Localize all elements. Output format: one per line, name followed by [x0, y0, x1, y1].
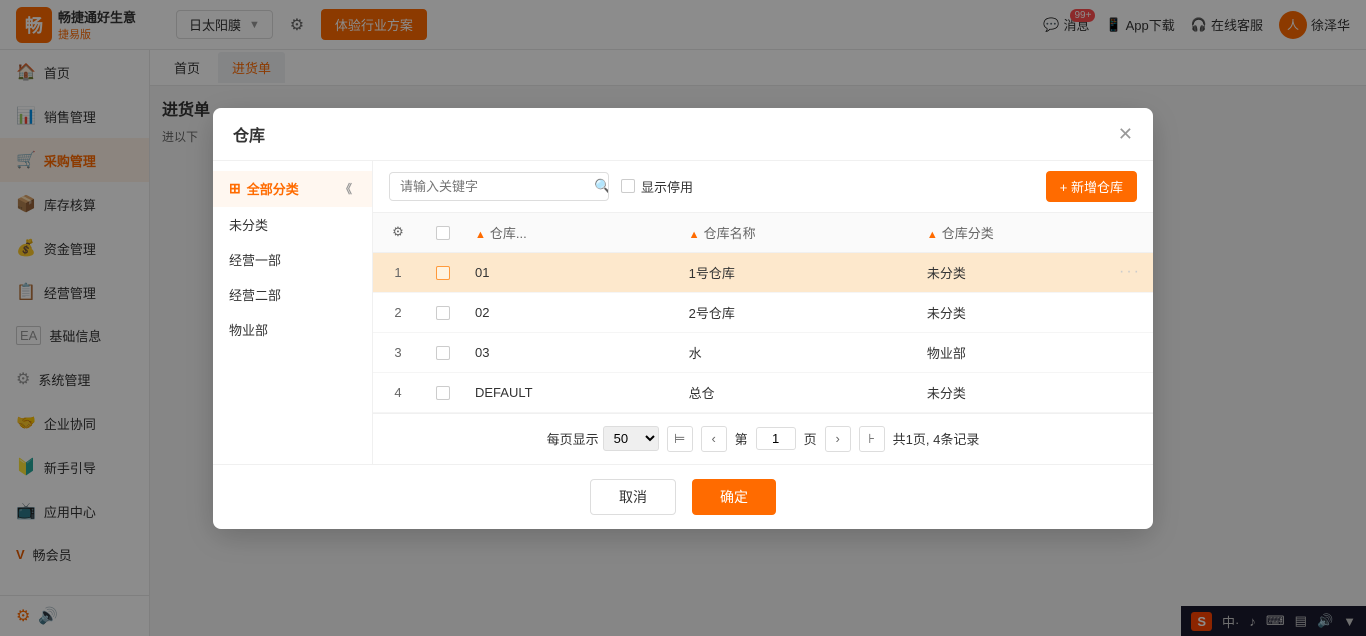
show-disabled-label: 显示停用	[641, 177, 693, 196]
page-label: 第	[735, 429, 748, 448]
row-more-icon[interactable]: ···	[1119, 263, 1141, 281]
dialog-close-button[interactable]: ✕	[1118, 125, 1133, 143]
row-code: 01	[463, 252, 677, 292]
table-row[interactable]: 2 02 2号仓库 未分类	[373, 292, 1153, 332]
row-name: 总仓	[677, 372, 915, 412]
category-item-property[interactable]: 物业部	[213, 312, 372, 347]
total-info: 共1页, 4条记录	[893, 429, 980, 448]
warehouse-dialog: 仓库 ✕ ⊞ 全部分类 《 未分类 经营一部 经营二部 物业部	[213, 108, 1153, 529]
pagination: 每页显示 50 100 200 ⊨ ‹ 第 页 › ⊦ 共1页, 4条记录	[373, 413, 1153, 464]
last-page-button[interactable]: ⊦	[859, 426, 885, 452]
table-panel: 🔍 显示停用 + 新增仓库 ⚙	[373, 161, 1153, 464]
row-name: 2号仓库	[677, 292, 915, 332]
category-item-unclassified[interactable]: 未分类	[213, 207, 372, 242]
row-category: 未分类 ···	[915, 253, 1153, 292]
first-page-button[interactable]: ⊨	[667, 426, 693, 452]
dialog-header: 仓库 ✕	[213, 108, 1153, 161]
row-index: 4	[373, 372, 423, 412]
category-panel: ⊞ 全部分类 《 未分类 经营一部 经营二部 物业部	[213, 161, 373, 464]
search-input[interactable]	[390, 174, 586, 199]
header-checkbox[interactable]	[436, 226, 450, 240]
grid-icon: ⊞	[229, 180, 241, 197]
table-row[interactable]: 1 01 1号仓库 未分类 ···	[373, 252, 1153, 292]
modal-overlay: 仓库 ✕ ⊞ 全部分类 《 未分类 经营一部 经营二部 物业部	[0, 0, 1366, 636]
row-index: 2	[373, 292, 423, 332]
data-table: ⚙ ▲仓库... ▲仓库名称 ▲仓库分类 1 01	[373, 213, 1153, 413]
collapse-button[interactable]: 《	[336, 179, 356, 199]
row-code: 02	[463, 292, 677, 332]
th-checkbox	[423, 213, 463, 253]
search-input-wrap: 🔍	[389, 172, 609, 201]
page-suffix-label: 页	[804, 429, 817, 448]
row-category: 未分类	[915, 292, 1153, 332]
page-number-input[interactable]	[756, 427, 796, 450]
category-item-dept2[interactable]: 经营二部	[213, 277, 372, 312]
row-category: 未分类	[915, 372, 1153, 412]
dialog-footer: 取消 确定	[213, 464, 1153, 529]
th-code: ▲仓库...	[463, 213, 677, 253]
show-disabled-wrap: 显示停用	[621, 177, 693, 196]
row-category: 物业部	[915, 332, 1153, 372]
page-size-dropdown[interactable]: 50 100 200	[603, 426, 659, 451]
prev-page-button[interactable]: ‹	[701, 426, 727, 452]
row-code: 03	[463, 332, 677, 372]
table-row[interactable]: 4 DEFAULT 总仓 未分类	[373, 372, 1153, 412]
warehouse-table: ⚙ ▲仓库... ▲仓库名称 ▲仓库分类 1 01	[373, 213, 1153, 413]
row-index: 1	[373, 252, 423, 292]
category-all-item[interactable]: ⊞ 全部分类 《	[213, 171, 372, 207]
row-code: DEFAULT	[463, 372, 677, 412]
row-index: 3	[373, 332, 423, 372]
next-page-button[interactable]: ›	[825, 426, 851, 452]
row-name: 1号仓库	[677, 252, 915, 292]
search-icon-button[interactable]: 🔍	[586, 173, 609, 200]
table-header: ⚙ ▲仓库... ▲仓库名称 ▲仓库分类	[373, 213, 1153, 253]
row-checkbox[interactable]	[423, 372, 463, 412]
confirm-button[interactable]: 确定	[692, 479, 776, 515]
th-settings: ⚙	[373, 213, 423, 253]
row-checkbox[interactable]	[423, 292, 463, 332]
per-page-label: 每页显示	[547, 429, 599, 448]
add-warehouse-button[interactable]: + 新增仓库	[1046, 171, 1137, 202]
dialog-body: ⊞ 全部分类 《 未分类 经营一部 经营二部 物业部 🔍	[213, 161, 1153, 464]
table-header-row: ⚙ ▲仓库... ▲仓库名称 ▲仓库分类	[373, 213, 1153, 253]
row-checkbox[interactable]	[423, 332, 463, 372]
category-all-label: 全部分类	[247, 179, 299, 198]
th-name: ▲仓库名称	[677, 213, 915, 253]
cancel-button[interactable]: 取消	[590, 479, 676, 515]
page-size-select: 每页显示 50 100 200	[547, 426, 659, 451]
dialog-title: 仓库	[233, 122, 265, 146]
th-category: ▲仓库分类	[915, 213, 1153, 253]
category-item-dept1[interactable]: 经营一部	[213, 242, 372, 277]
table-toolbar: 🔍 显示停用 + 新增仓库	[373, 161, 1153, 213]
row-checkbox[interactable]	[423, 252, 463, 292]
table-row[interactable]: 3 03 水 物业部	[373, 332, 1153, 372]
show-disabled-checkbox[interactable]	[621, 179, 635, 193]
table-body: 1 01 1号仓库 未分类 ··· 2	[373, 252, 1153, 412]
row-name: 水	[677, 332, 915, 372]
